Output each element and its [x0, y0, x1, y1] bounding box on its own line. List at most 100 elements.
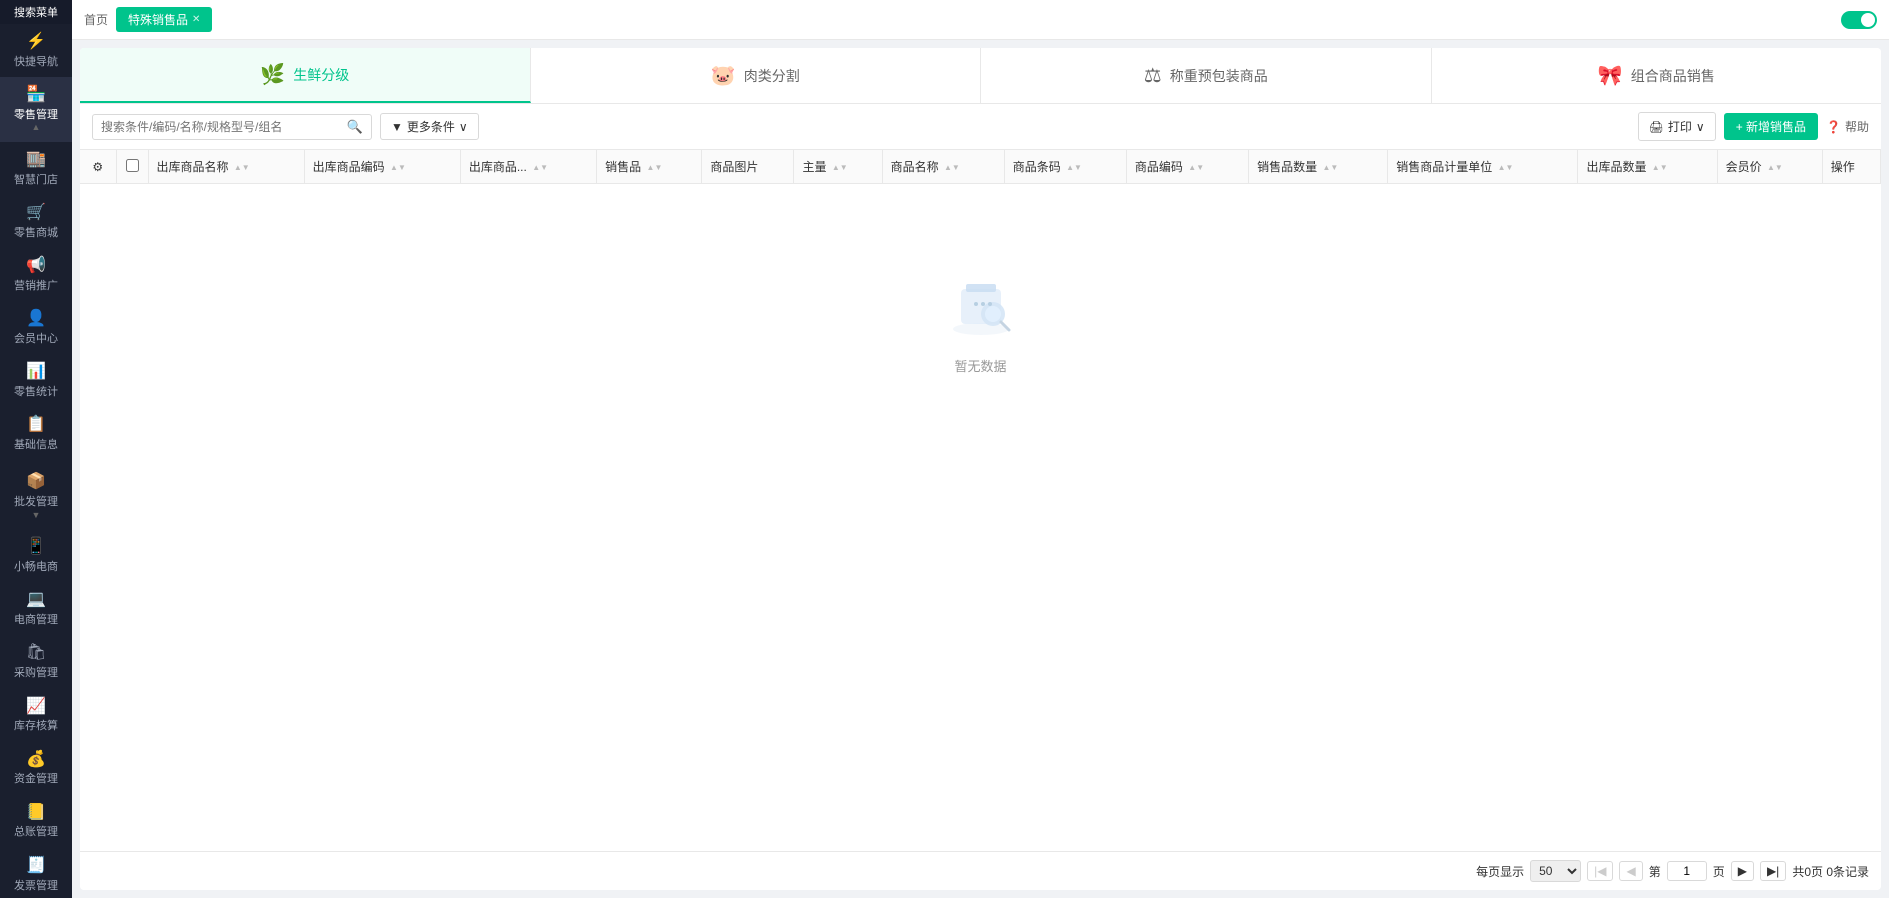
column-settings-icon: ⚙ [92, 160, 103, 174]
sort-arrows-barcode: ▲▼ [1066, 163, 1082, 172]
table-header-row: ⚙ 出库商品名称 ▲▼ 出库商品编码 ▲▼ [80, 150, 1881, 184]
th-image: 商品图片 [702, 150, 794, 184]
retail-icon: 🏪 [26, 85, 46, 106]
close-tab-icon[interactable]: ✕ [192, 14, 200, 25]
search-icon[interactable]: 🔍 [347, 119, 363, 135]
sidebar-item-finance[interactable]: 💰 资金管理 [0, 742, 72, 795]
page-size-select[interactable]: 50 10 20 100 [1530, 860, 1581, 882]
search-box: 🔍 [92, 114, 372, 140]
th-sale-qty[interactable]: 销售品数量 ▲▼ [1249, 150, 1388, 184]
th-settings[interactable]: ⚙ [80, 150, 116, 184]
fresh-grade-icon: 🌿 [260, 62, 285, 87]
th-sale-item[interactable]: 销售品 ▲▼ [597, 150, 702, 184]
tab-fresh-grade[interactable]: 🌿 生鲜分级 [80, 48, 531, 103]
sidebar-item-retail-stats[interactable]: 📊 零售统计 [0, 354, 72, 407]
general-ledger-icon: 📒 [26, 803, 46, 824]
sidebar-item-membership[interactable]: 👤 会员中心 [0, 301, 72, 354]
help-icon: ❓ [1826, 120, 1841, 134]
chevron-down-icon: ∨ [459, 120, 468, 134]
sort-arrows-out-qty: ▲▼ [1652, 163, 1668, 172]
prev-page-button[interactable]: ◀ [1619, 861, 1642, 881]
th-out-code[interactable]: 出库商品编码 ▲▼ [304, 150, 460, 184]
wholesale-arrow-icon: ▼ [32, 510, 41, 522]
finance-icon: 💰 [26, 750, 46, 771]
combo-icon: 🎀 [1598, 63, 1623, 88]
sidebar-item-inventory[interactable]: 📈 库存核算 [0, 689, 72, 742]
sort-arrows-goods-name: ▲▼ [944, 163, 960, 172]
th-goods-code[interactable]: 商品编码 ▲▼ [1126, 150, 1248, 184]
sidebar-item-invoice[interactable]: 🧾 发票管理 [0, 848, 72, 898]
smart-store-icon: 🏬 [26, 150, 46, 171]
sort-arrows-sale-qty: ▲▼ [1322, 163, 1338, 172]
table-container: ⚙ 出库商品名称 ▲▼ 出库商品编码 ▲▼ [80, 150, 1881, 851]
print-button[interactable]: 🖨 打印 ∨ [1638, 112, 1716, 141]
print-icon: 🖨 [1649, 120, 1664, 134]
sidebar-item-mini-program[interactable]: 📱 小畅电商 [0, 529, 72, 582]
th-checkbox[interactable] [116, 150, 148, 184]
empty-text: 暂无数据 [954, 356, 1006, 375]
page-label-post: 页 [1713, 863, 1725, 880]
sidebar-item-general-ledger[interactable]: 📒 总账管理 [0, 795, 72, 848]
page-number-input[interactable] [1667, 861, 1707, 881]
select-all-checkbox[interactable] [126, 159, 139, 172]
th-barcode[interactable]: 商品条码 ▲▼ [1004, 150, 1126, 184]
sidebar-item-smart-store[interactable]: 🏬 智慧门店 [0, 142, 72, 195]
empty-illustration [941, 264, 1021, 344]
empty-state: 暂无数据 [80, 184, 1881, 455]
sidebar-item-retail-mall[interactable]: 🛒 零售商城 [0, 195, 72, 248]
sidebar-item-marketing[interactable]: 📢 营销推广 [0, 248, 72, 301]
sidebar: 搜索菜单 ⚡ 快捷导航 🏪 零售管理 ▲ 🏬 智慧门店 🛒 零售商城 📢 营销推… [0, 0, 72, 898]
breadcrumb-home[interactable]: 首页 [84, 11, 108, 28]
tab-combo[interactable]: 🎀 组合商品销售 [1432, 48, 1882, 103]
filter-icon: ▼ [391, 120, 403, 134]
toolbar: 🔍 ▼ 更多条件 ∨ 🖨 打印 ∨ + 新增销售品 ❓ 帮助 [80, 104, 1881, 150]
search-input[interactable] [101, 120, 343, 134]
mini-program-icon: 📱 [26, 537, 46, 558]
th-weight[interactable]: 主量 ▲▼ [794, 150, 882, 184]
wholesale-icon: 📦 [26, 472, 46, 493]
purchase-icon: 🛍 [26, 643, 46, 664]
active-tab[interactable]: 特殊销售品 ✕ [116, 7, 212, 32]
th-member-price[interactable]: 会员价 ▲▼ [1717, 150, 1822, 184]
toggle-button[interactable] [1841, 11, 1877, 29]
page-area: 🌿 生鲜分级 🐷 肉类分割 ⚖ 称重预包装商品 🎀 组合商品销售 🔍 [80, 48, 1881, 890]
sidebar-item-basic-info[interactable]: 📋 基础信息 [0, 407, 72, 460]
last-page-button[interactable]: ▶| [1760, 861, 1786, 881]
invoice-icon: 🧾 [26, 856, 46, 877]
basic-info-icon: 📋 [26, 415, 46, 436]
chevron-down-icon: ∨ [1696, 120, 1705, 134]
sort-arrows-out-code: ▲▼ [390, 163, 406, 172]
sort-arrows-weight: ▲▼ [832, 163, 848, 172]
tab-weight-pack[interactable]: ⚖ 称重预包装商品 [981, 48, 1432, 103]
membership-icon: 👤 [26, 309, 46, 330]
th-sale-unit[interactable]: 销售商品计量单位 ▲▼ [1388, 150, 1578, 184]
weight-pack-icon: ⚖ [1144, 63, 1162, 88]
first-page-button[interactable]: |◀ [1587, 861, 1613, 881]
th-out-name[interactable]: 出库商品名称 ▲▼ [148, 150, 304, 184]
th-out-spec[interactable]: 出库商品... ▲▼ [460, 150, 596, 184]
sidebar-item-retail[interactable]: 🏪 零售管理 ▲ [0, 77, 72, 142]
page-size-label: 每页显示 [1476, 863, 1524, 880]
help-button[interactable]: ❓ 帮助 [1826, 118, 1869, 135]
topbar-right [1841, 11, 1877, 29]
sort-arrows-goods-code: ▲▼ [1188, 163, 1204, 172]
quick-nav-icon: ⚡ [26, 32, 46, 53]
meat-cut-icon: 🐷 [711, 63, 736, 88]
inventory-icon: 📈 [26, 697, 46, 718]
th-goods-name[interactable]: 商品名称 ▲▼ [882, 150, 1004, 184]
page-label-pre: 第 [1649, 863, 1661, 880]
sidebar-item-quick-nav[interactable]: ⚡ 快捷导航 [0, 24, 72, 77]
add-sale-item-button[interactable]: + 新增销售品 [1724, 113, 1818, 140]
sidebar-logo[interactable]: 搜索菜单 [0, 0, 72, 24]
sidebar-item-wholesale[interactable]: 📦 批发管理 ▼ [0, 464, 72, 529]
next-page-button[interactable]: ▶ [1731, 861, 1754, 881]
th-out-qty[interactable]: 出库品数量 ▲▼ [1578, 150, 1717, 184]
toggle-knob [1861, 13, 1875, 27]
tab-meat-cut[interactable]: 🐷 肉类分割 [531, 48, 982, 103]
sidebar-item-purchase[interactable]: 🛍 采购管理 [0, 635, 72, 688]
sort-arrows-out-spec: ▲▼ [532, 163, 548, 172]
chevron-down-icon: ▲ [32, 122, 41, 134]
filter-button[interactable]: ▼ 更多条件 ∨ [380, 113, 479, 140]
sidebar-item-ecommerce[interactable]: 💻 电商管理 [0, 582, 72, 635]
sort-arrows-member-price: ▲▼ [1767, 163, 1783, 172]
